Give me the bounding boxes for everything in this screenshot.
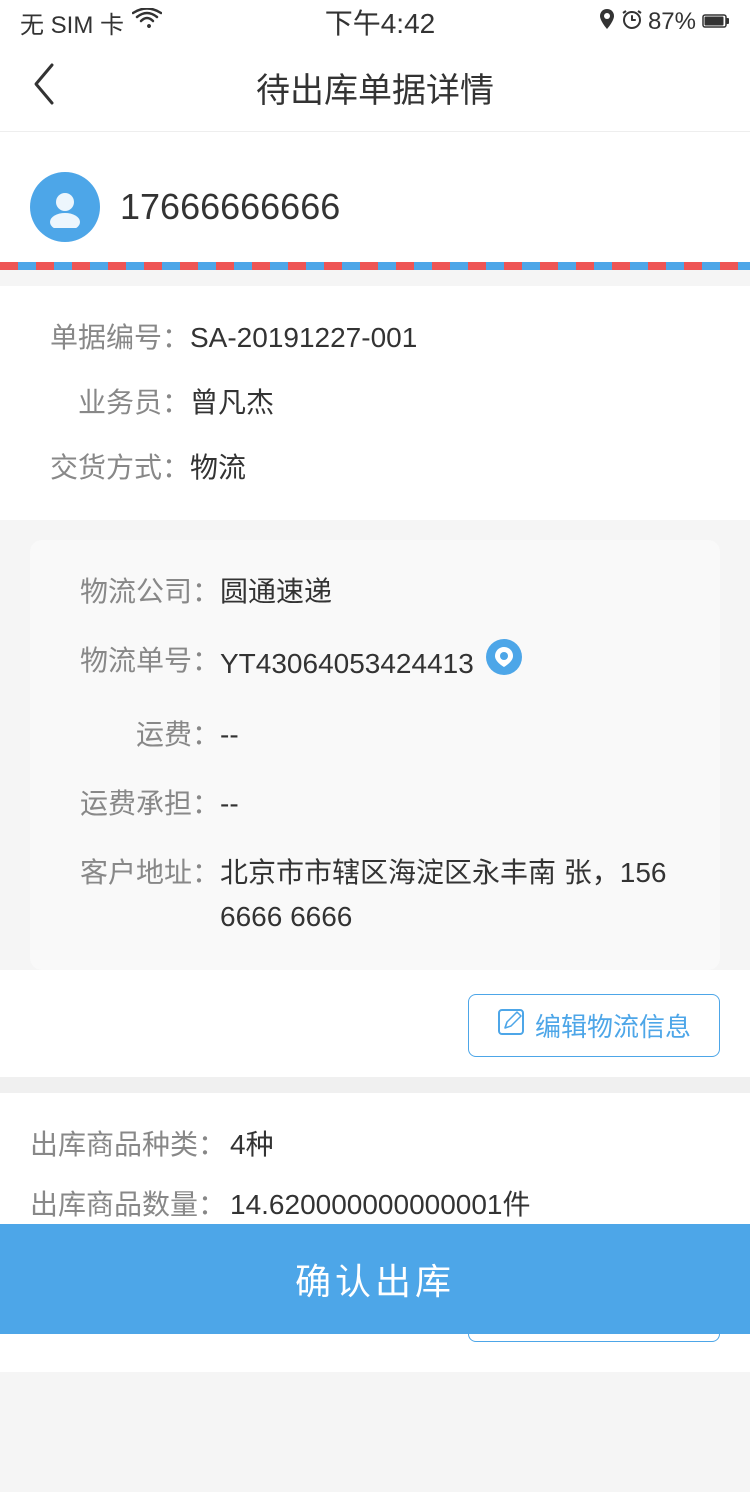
address-value: 北京市市辖区海淀区永丰南 张，156 6666 6666 (220, 851, 690, 941)
goods-quantity-value: 14.620000000000001件 (230, 1183, 531, 1223)
logistics-company-label: 物流公司： (60, 570, 220, 615)
goods-types-value: 4种 (230, 1123, 274, 1163)
confirm-btn-text: 确认出库 (295, 1253, 455, 1305)
freight-bearer-row: 运费承担： -- (60, 782, 690, 827)
sim-label: 无 SIM 卡 (20, 5, 124, 40)
sales-person-value: 曾凡杰 (190, 381, 720, 426)
delivery-method-label: 交货方式： (30, 446, 190, 491)
wifi-icon (132, 8, 162, 37)
goods-types-row: 出库商品种类： 4种 (30, 1123, 720, 1163)
avatar (30, 172, 100, 242)
address-label: 客户地址： (60, 851, 220, 896)
logistics-company-row: 物流公司： 圆通速递 (60, 570, 690, 615)
sales-person-label: 业务员： (30, 381, 190, 426)
document-number-value: SA-20191227-001 (190, 316, 720, 361)
base-info-section: 单据编号： SA-20191227-001 业务员： 曾凡杰 交货方式： 物流 (0, 286, 750, 520)
freight-bearer-label: 运费承担： (60, 782, 220, 827)
confirm-button[interactable]: 确认出库 (0, 1224, 750, 1334)
page-title: 待出库单据详情 (256, 63, 494, 112)
location-pin-icon[interactable] (486, 639, 522, 689)
freight-label: 运费： (60, 713, 220, 758)
goods-quantity-label: 出库商品数量： (30, 1183, 230, 1223)
sales-person-row: 业务员： 曾凡杰 (30, 381, 720, 426)
customer-row: 17666666666 (30, 152, 720, 262)
logistics-company-value: 圆通速递 (220, 570, 690, 615)
freight-row: 运费： -- (60, 713, 690, 758)
delivery-method-row: 交货方式： 物流 (30, 446, 720, 491)
nav-bar: 待出库单据详情 (0, 44, 750, 132)
document-number-label: 单据编号： (30, 316, 190, 361)
status-time: 下午4:42 (325, 2, 436, 42)
edit-btn-label: 编辑物流信息 (535, 1007, 691, 1044)
status-left: 无 SIM 卡 (20, 5, 162, 40)
freight-value: -- (220, 713, 690, 758)
document-number-row: 单据编号： SA-20191227-001 (30, 316, 720, 361)
edit-logistics-button[interactable]: 编辑物流信息 (468, 994, 720, 1057)
gray-separator (0, 1077, 750, 1093)
back-button[interactable] (30, 61, 58, 114)
location-icon (598, 8, 616, 37)
edit-icon (497, 1008, 525, 1043)
goods-quantity-row: 出库商品数量： 14.620000000000001件 (30, 1183, 720, 1223)
tracking-label: 物流单号： (60, 639, 220, 684)
tracking-row: 物流单号： YT43064053424413 (60, 639, 690, 689)
logistics-card: 物流公司： 圆通速递 物流单号： YT43064053424413 运费： -- (30, 540, 720, 970)
status-right: 87% (598, 8, 730, 37)
edit-btn-row: 编辑物流信息 (0, 970, 750, 1077)
customer-phone: 17666666666 (120, 186, 340, 228)
delivery-method-value: 物流 (190, 446, 720, 491)
address-row: 客户地址： 北京市市辖区海淀区永丰南 张，156 6666 6666 (60, 851, 690, 941)
tracking-value: YT43064053424413 (220, 639, 690, 689)
customer-section: 17666666666 (0, 132, 750, 262)
tracking-number-text: YT43064053424413 (220, 642, 474, 687)
dashed-divider (0, 262, 750, 270)
status-bar: 无 SIM 卡 下午4:42 87 (0, 0, 750, 44)
battery-text: 87% (648, 8, 696, 36)
goods-types-label: 出库商品种类： (30, 1123, 230, 1163)
battery-icon (702, 8, 730, 36)
freight-bearer-value: -- (220, 782, 690, 827)
alarm-icon (622, 8, 642, 37)
